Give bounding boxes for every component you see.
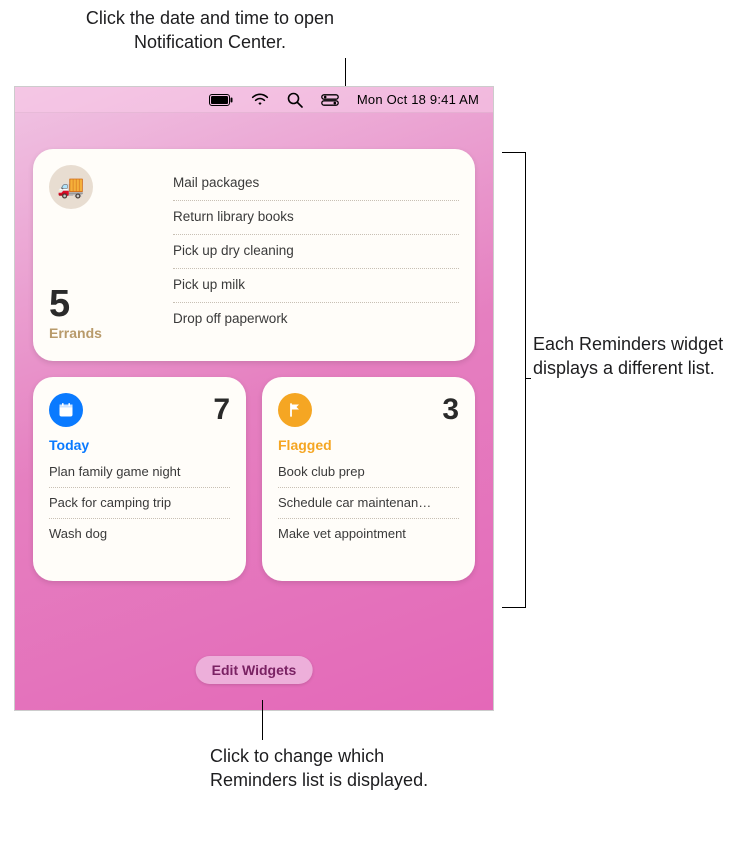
reminder-item: Pick up dry cleaning <box>173 235 459 269</box>
callout-bracket <box>502 152 526 608</box>
reminders-widget-flagged[interactable]: 3 Flagged Book club prep Schedule car ma… <box>262 377 475 581</box>
errands-list-name: Errands <box>49 325 155 341</box>
reminder-item: Pack for camping trip <box>49 488 230 519</box>
menu-bar: Mon Oct 18 9:41 AM <box>15 87 493 113</box>
callout-leader-line <box>262 700 263 740</box>
today-icon <box>49 393 83 427</box>
spotlight-search-icon[interactable] <box>287 92 303 108</box>
notification-center-panel: Mon Oct 18 9:41 AM 🚚 5 Errands Mail pack… <box>14 86 494 711</box>
errands-count: 5 <box>49 285 155 323</box>
reminder-item: Book club prep <box>278 457 459 488</box>
edit-widgets-button[interactable]: Edit Widgets <box>196 656 313 684</box>
battery-icon[interactable] <box>209 94 233 106</box>
reminder-item: Make vet appointment <box>278 519 459 549</box>
truck-icon: 🚚 <box>49 165 93 209</box>
reminder-item: Schedule car maintenan… <box>278 488 459 519</box>
flag-icon <box>278 393 312 427</box>
reminders-widget-errands[interactable]: 🚚 5 Errands Mail packages Return library… <box>33 149 475 361</box>
callout-right: Each Reminders widget displays a differe… <box>533 332 743 381</box>
today-list-name: Today <box>49 437 230 453</box>
reminder-item: Mail packages <box>173 167 459 201</box>
widget-header: 7 <box>49 393 230 427</box>
callout-leader-line <box>345 58 346 86</box>
menu-bar-datetime[interactable]: Mon Oct 18 9:41 AM <box>357 92 479 107</box>
reminder-item: Drop off paperwork <box>173 303 459 336</box>
callout-bracket-tick <box>526 378 531 379</box>
reminder-item: Pick up milk <box>173 269 459 303</box>
widget-left-column: 🚚 5 Errands <box>49 165 155 347</box>
callout-top: Click the date and time to open Notifica… <box>50 6 370 55</box>
callout-bottom: Click to change which Reminders list is … <box>210 744 440 793</box>
widget-header: 3 <box>278 393 459 427</box>
reminder-item: Wash dog <box>49 519 230 549</box>
control-center-icon[interactable] <box>321 94 339 106</box>
widgets-area: 🚚 5 Errands Mail packages Return library… <box>15 113 493 581</box>
flagged-count: 3 <box>442 393 459 427</box>
small-widgets-row: 7 Today Plan family game night Pack for … <box>33 377 475 581</box>
wifi-icon[interactable] <box>251 93 269 106</box>
widget-items-column: Mail packages Return library books Pick … <box>173 165 459 347</box>
reminders-widget-today[interactable]: 7 Today Plan family game night Pack for … <box>33 377 246 581</box>
reminder-item: Plan family game night <box>49 457 230 488</box>
flagged-list-name: Flagged <box>278 437 459 453</box>
reminder-item: Return library books <box>173 201 459 235</box>
today-count: 7 <box>213 393 230 427</box>
